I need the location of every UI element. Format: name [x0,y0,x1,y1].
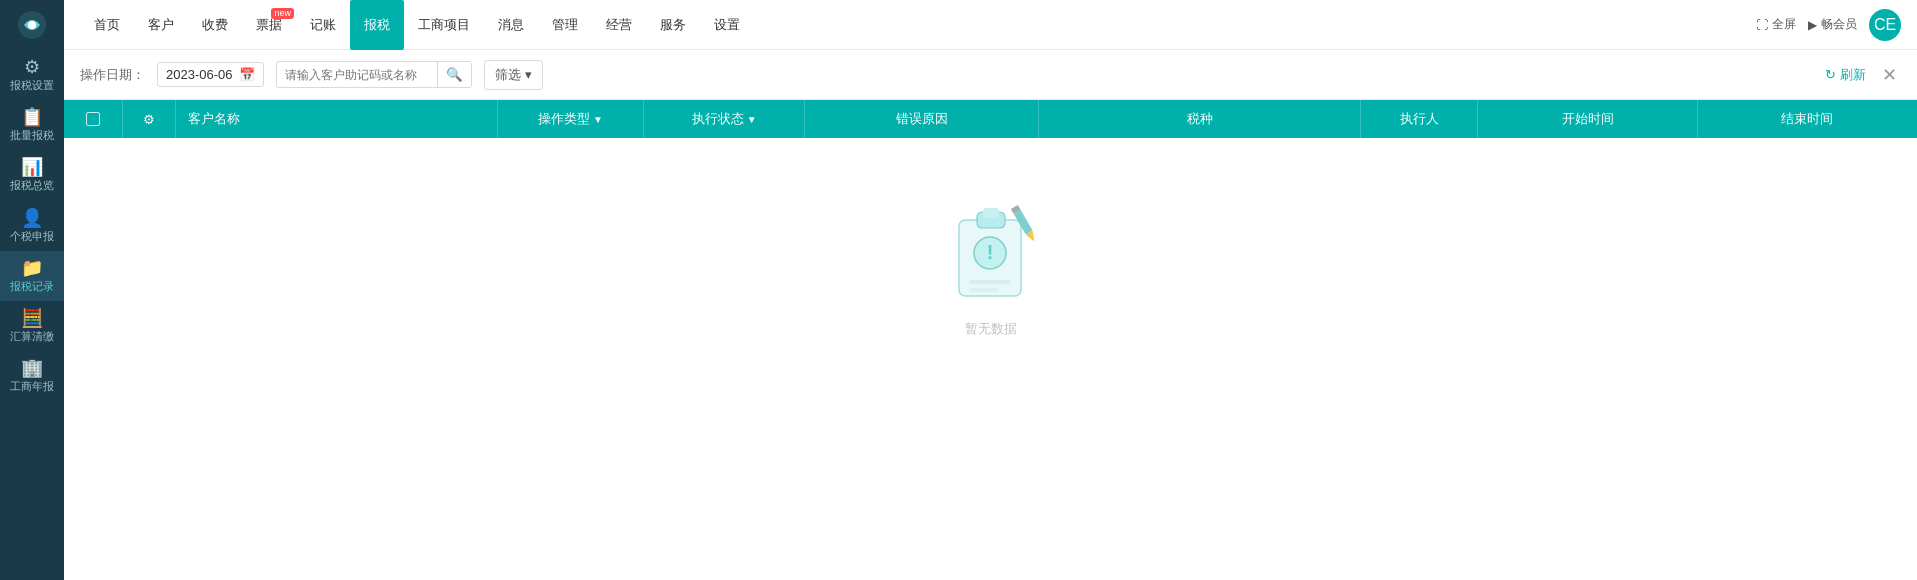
top-nav: 首页客户收费票据new记账报税工商项目消息管理经营服务设置 ⛶ 全屏 ▶ 畅会员… [64,0,1917,50]
svg-point-1 [28,21,36,29]
baoshui-zonglan-label: 报税总览 [10,179,54,192]
search-icon: 🔍 [446,67,463,82]
member-label: 畅会员 [1821,16,1857,33]
nav-items: 首页客户收费票据new记账报税工商项目消息管理经营服务设置 [80,0,1756,50]
date-value: 2023-06-06 [166,67,233,82]
th-checkbox [64,100,123,138]
sidebar-item-huisuan-jiaona[interactable]: 🧮 汇算清缴 [0,301,64,351]
svg-rect-4 [983,208,999,218]
th-end_time: 结束时间 [1697,100,1917,138]
nav-item-gongshang-xiangmu[interactable]: 工商项目 [404,0,484,50]
filter-label: 筛选 [495,66,521,84]
geshuishenbao-label: 个税申报 [10,230,54,243]
sidebar-item-baoshui-jilu[interactable]: 📁 报税记录 [0,251,64,301]
sidebar-item-geshuishenbao[interactable]: 👤 个税申报 [0,201,64,251]
huisuan-jiaona-icon: 🧮 [21,309,43,327]
sidebar-item-baoshui-zonglan[interactable]: 📊 报税总览 [0,150,64,200]
baoshui-zonglan-icon: 📊 [21,158,43,176]
gear-icon[interactable]: ⚙ [143,112,155,127]
nav-item-home[interactable]: 首页 [80,0,134,50]
refresh-label: 刷新 [1840,66,1866,84]
nav-item-shoufei[interactable]: 收费 [188,0,242,50]
table-header: ⚙ 客户名称操作类型▼执行状态▼错误原因税种执行人开始时间结束时间 [64,100,1917,138]
search-wrap: 🔍 [276,61,472,88]
nav-badge-piaoju: new [271,8,294,19]
content-area: 操作日期： 2023-06-06 📅 🔍 筛选 ▾ ↻ 刷新 ✕ [64,50,1917,580]
baoshui-jilu-label: 报税记录 [10,280,54,293]
refresh-icon: ↻ [1825,67,1836,82]
geshuishenbao-icon: 👤 [21,209,43,227]
refresh-button[interactable]: ↻ 刷新 [1825,66,1866,84]
close-button[interactable]: ✕ [1878,60,1901,90]
empty-illustration: ! [941,198,1041,308]
user-initial: CE [1874,16,1896,34]
th-name: 客户名称 [175,100,497,138]
app-logo [0,0,64,50]
th-executor: 执行人 [1361,100,1478,138]
nav-item-guanli[interactable]: 管理 [538,0,592,50]
th-op_type[interactable]: 操作类型▼ [497,100,643,138]
video-icon: ▶ [1808,18,1817,32]
sidebar: ⚙ 报税设置 📋 批量报税 📊 报税总览 👤 个税申报 📁 报税记录 🧮 汇算清缴 🏢 工商年报 [0,0,64,580]
sort-icon-status: ▼ [747,114,757,125]
fullscreen-btn[interactable]: ⛶ 全屏 [1756,16,1796,33]
select-all-checkbox[interactable] [86,112,100,126]
calendar-icon: 📅 [239,67,255,82]
sidebar-item-gongshang-nianbao[interactable]: 🏢 工商年报 [0,351,64,401]
huisuan-jiaona-label: 汇算清缴 [10,330,54,343]
svg-rect-7 [969,280,1011,284]
search-button[interactable]: 🔍 [437,62,471,87]
date-picker[interactable]: 2023-06-06 📅 [157,62,264,87]
svg-rect-8 [969,288,999,292]
sort-icon-op_type: ▼ [593,114,603,125]
fullscreen-icon: ⛶ [1756,18,1768,32]
main-table: ⚙ 客户名称操作类型▼执行状态▼错误原因税种执行人开始时间结束时间 [64,100,1917,378]
th-tax: 税种 [1039,100,1361,138]
search-input[interactable] [277,63,437,87]
empty-text: 暂无数据 [965,320,1017,338]
close-icon: ✕ [1882,65,1897,85]
sidebar-item-piliang-baoshui[interactable]: 📋 批量报税 [0,100,64,150]
nav-item-baoshui[interactable]: 报税 [350,0,404,50]
table-wrap: ⚙ 客户名称操作类型▼执行状态▼错误原因税种执行人开始时间结束时间 [64,100,1917,580]
member-btn[interactable]: ▶ 畅会员 [1808,16,1857,33]
nav-item-jizhang[interactable]: 记账 [296,0,350,50]
date-label: 操作日期： [80,66,145,84]
main-wrap: 首页客户收费票据new记账报税工商项目消息管理经营服务设置 ⛶ 全屏 ▶ 畅会员… [64,0,1917,580]
piliang-baoshui-icon: 📋 [21,108,43,126]
empty-state: ! [64,138,1917,378]
nav-item-fuwu[interactable]: 服务 [646,0,700,50]
gongshang-nianbao-icon: 🏢 [21,359,43,377]
th-gear: ⚙ [123,100,176,138]
baoshui-shezhi-icon: ⚙ [24,58,40,76]
filter-button[interactable]: 筛选 ▾ [484,60,543,90]
chevron-down-icon: ▾ [525,67,532,82]
baoshui-jilu-icon: 📁 [21,259,43,277]
th-error: 错误原因 [805,100,1039,138]
gongshang-nianbao-label: 工商年报 [10,380,54,393]
piliang-baoshui-label: 批量报税 [10,129,54,142]
nav-item-customers[interactable]: 客户 [134,0,188,50]
nav-item-piaoju[interactable]: 票据new [242,0,296,50]
user-avatar[interactable]: CE [1869,9,1901,41]
nav-item-shezhi[interactable]: 设置 [700,0,754,50]
fullscreen-label: 全屏 [1772,16,1796,33]
sidebar-item-baoshui-shezhi[interactable]: ⚙ 报税设置 [0,50,64,100]
baoshui-shezhi-label: 报税设置 [10,79,54,92]
th-start_time: 开始时间 [1478,100,1698,138]
toolbar: 操作日期： 2023-06-06 📅 🔍 筛选 ▾ ↻ 刷新 ✕ [64,50,1917,100]
topnav-right: ⛶ 全屏 ▶ 畅会员 CE [1756,9,1901,41]
svg-text:!: ! [986,241,993,263]
th-status[interactable]: 执行状态▼ [644,100,805,138]
nav-item-xiaoxi[interactable]: 消息 [484,0,538,50]
nav-item-jingying[interactable]: 经营 [592,0,646,50]
